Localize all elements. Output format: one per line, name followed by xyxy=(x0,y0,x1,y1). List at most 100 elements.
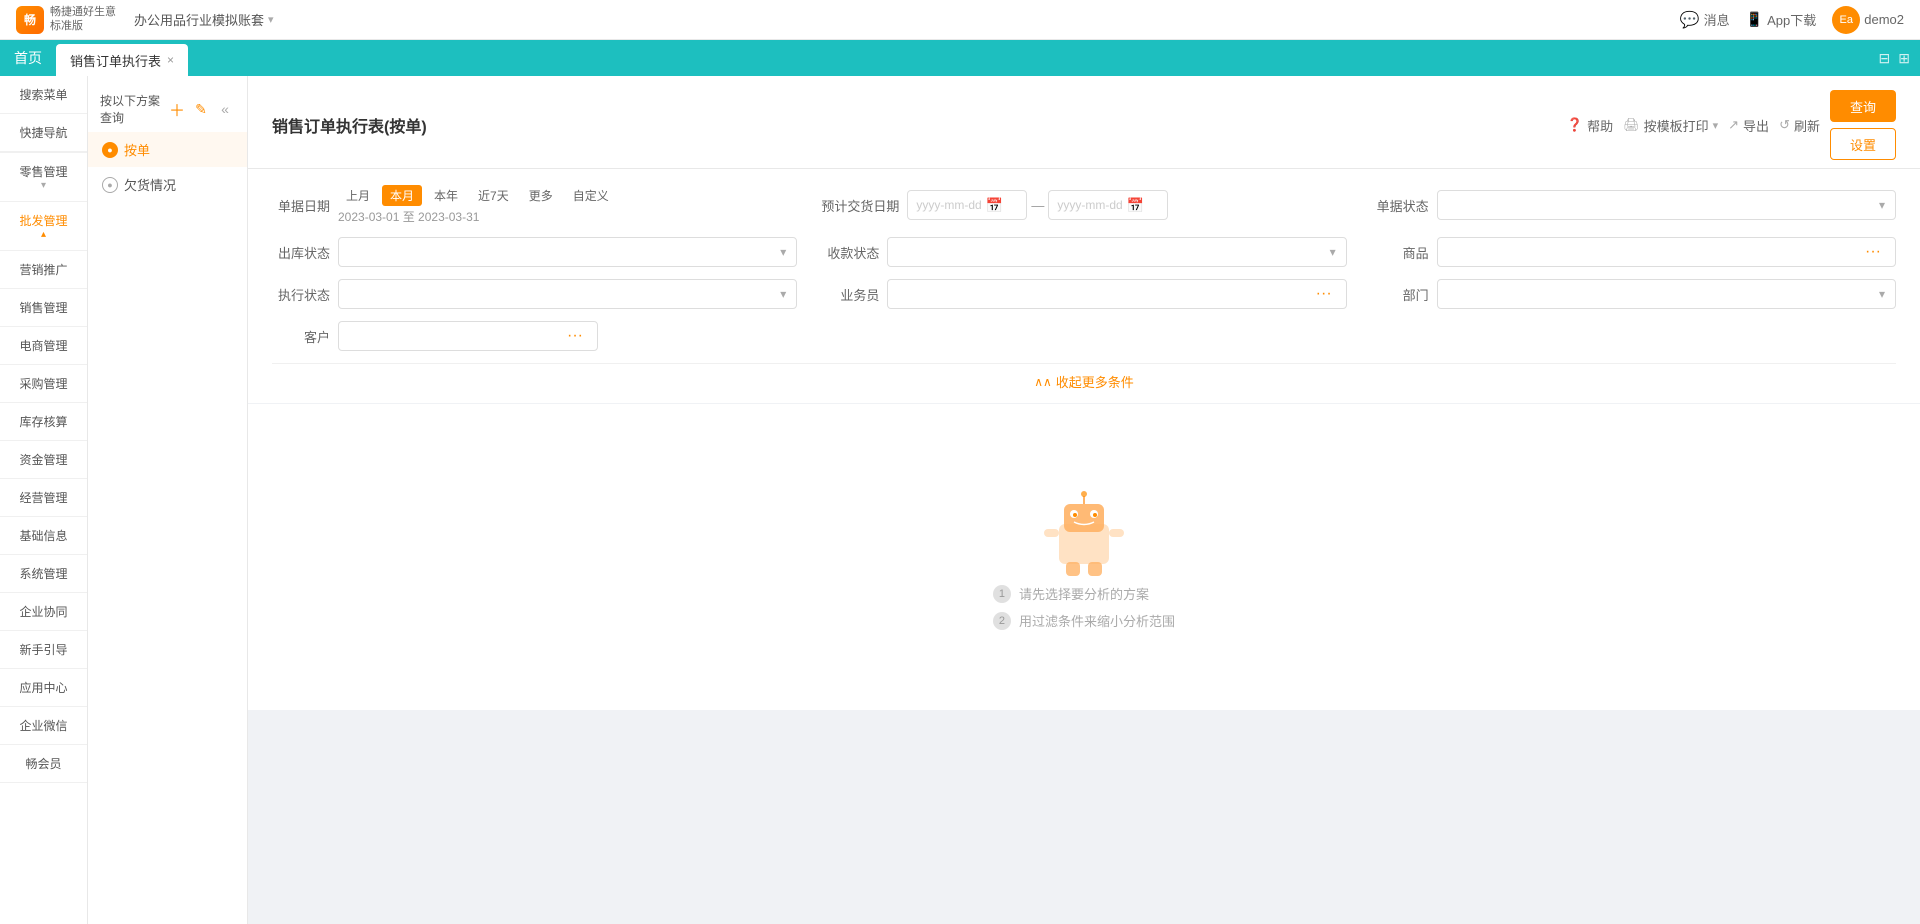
sidebar-item-inventory[interactable]: 库存核算 xyxy=(0,403,87,441)
logo-icon: 畅 xyxy=(16,6,44,34)
sidebar-item-search[interactable]: 搜索菜单 xyxy=(0,76,87,114)
logo-area: 畅 畅捷通好生意 标准版 xyxy=(16,6,116,34)
date-range-display: 2023-03-01 至 2023-03-31 xyxy=(338,208,797,225)
caret-icon-dept: ▾ xyxy=(1879,287,1885,301)
filter-item-status: 单据状态 ▾ xyxy=(1371,185,1896,225)
date-tab-custom[interactable]: 自定义 xyxy=(565,185,617,206)
page-header: 销售订单执行表(按单) ❓ 帮助 🖨 按模板打印 ▾ ↗ 导出 xyxy=(248,76,1920,169)
status-select[interactable]: ▾ xyxy=(1437,190,1896,220)
query-actions: 查询 设置 xyxy=(1830,90,1896,160)
export-icon: ↗ xyxy=(1728,117,1739,133)
sidebar-item-wechat[interactable]: 企业微信 xyxy=(0,707,87,745)
collapse-panel-btn[interactable]: « xyxy=(215,99,235,119)
receive-status-select[interactable]: ▾ xyxy=(887,237,1346,267)
date-tab-this-year[interactable]: 本年 xyxy=(426,185,466,206)
help-action[interactable]: ❓ 帮助 xyxy=(1567,116,1613,135)
chevron-down-icon: ▾ xyxy=(268,13,274,26)
sidebar-item-apps[interactable]: 应用中心 xyxy=(0,669,87,707)
sidebar-item-wholesale[interactable]: 批发管理 ▴ xyxy=(0,202,87,251)
product-select[interactable]: ··· xyxy=(1437,237,1896,267)
scheme-item-shortage[interactable]: ● 欠货情况 xyxy=(88,167,247,202)
sidebar-item-operations[interactable]: 经营管理 xyxy=(0,479,87,517)
collapse-icon: ∧∧ xyxy=(1034,375,1052,389)
date-tab-7days[interactable]: 近7天 xyxy=(470,185,517,206)
export-action[interactable]: ↗ 导出 xyxy=(1728,116,1769,135)
avatar: Ea xyxy=(1832,6,1860,34)
top-bar-right: 💬 消息 📱 App下载 Ea demo2 xyxy=(1680,6,1904,34)
filter-item-date: 单据日期 上月 本月 本年 近7天 更多 自定义 xyxy=(272,185,797,225)
sidebar-item-basic[interactable]: 基础信息 xyxy=(0,517,87,555)
sidebar-item-corp[interactable]: 企业协同 xyxy=(0,593,87,631)
content-area: 按以下方案查询 ＋ ✎ « ● 按单 ● 欠货情况 销售订单执行表(按单) xyxy=(88,76,1920,924)
sidebar-item-quicknav[interactable]: 快捷导航 xyxy=(0,114,87,152)
empty-illustration xyxy=(1034,484,1134,584)
empty-hints: 1 请先选择要分析的方案 2 用过滤条件来缩小分析范围 xyxy=(993,584,1175,630)
caret-icon-receive: ▾ xyxy=(1330,245,1336,259)
print-icon: 🖨 xyxy=(1623,117,1640,133)
sidebar-item-purchase[interactable]: 采购管理 xyxy=(0,365,87,403)
refresh-action[interactable]: ↺ 刷新 xyxy=(1779,116,1820,135)
print-action[interactable]: 🖨 按模板打印 ▾ xyxy=(1623,116,1718,135)
filter-item-forecast-date: 预计交货日期 yyyy-mm-dd 📅 — yyyy-mm-dd 📅 xyxy=(821,185,1346,225)
tab-home[interactable]: 首页 xyxy=(0,40,56,76)
app-download-action[interactable]: 📱 App下载 xyxy=(1746,10,1817,29)
dept-select[interactable]: ▾ xyxy=(1437,279,1896,309)
filter-item-salesman: 业务员 ··· xyxy=(821,279,1346,309)
stock-status-select[interactable]: ▾ xyxy=(338,237,797,267)
left-panel-actions: ＋ ✎ « xyxy=(167,99,235,119)
company-selector[interactable]: 办公用品行业模拟账套 ▾ xyxy=(134,10,274,29)
exec-status-select[interactable]: ▾ xyxy=(338,279,797,309)
edit-scheme-btn[interactable]: ✎ xyxy=(191,99,211,119)
product-dots-icon[interactable]: ··· xyxy=(1861,243,1885,261)
message-action[interactable]: 💬 消息 xyxy=(1680,10,1730,30)
chevron-down-icon: ▾ xyxy=(4,180,83,191)
collapse-more-btn[interactable]: ∧∧ 收起更多条件 xyxy=(272,363,1896,399)
left-panel: 按以下方案查询 ＋ ✎ « ● 按单 ● 欠货情况 xyxy=(88,76,248,924)
date-tabs: 上月 本月 本年 近7天 更多 自定义 xyxy=(338,185,617,206)
empty-state: 1 请先选择要分析的方案 2 用过滤条件来缩小分析范围 xyxy=(248,404,1920,710)
forecast-date-from[interactable]: yyyy-mm-dd 📅 xyxy=(907,190,1027,220)
filter-section: 单据日期 上月 本月 本年 近7天 更多 自定义 xyxy=(248,169,1920,403)
sidebar-item-member[interactable]: 畅会员 xyxy=(0,745,87,783)
refresh-icon: ↺ xyxy=(1779,117,1790,133)
sidebar-item-ecom[interactable]: 电商管理 xyxy=(0,327,87,365)
date-tab-this-month[interactable]: 本月 xyxy=(382,185,422,206)
help-icon: ❓ xyxy=(1567,117,1583,133)
salesman-select[interactable]: ··· xyxy=(887,279,1346,309)
date-tab-last-month[interactable]: 上月 xyxy=(338,185,378,206)
user-action[interactable]: Ea demo2 xyxy=(1832,6,1904,34)
scheme-item-single[interactable]: ● 按单 xyxy=(88,132,247,167)
query-button[interactable]: 查询 xyxy=(1830,90,1896,122)
scheme-icon-inactive: ● xyxy=(102,177,118,193)
maximize-icon[interactable]: ⊞ xyxy=(1898,50,1910,67)
add-scheme-btn[interactable]: ＋ xyxy=(167,99,187,119)
customer-select[interactable]: ··· xyxy=(338,321,598,351)
sidebar-item-sales[interactable]: 销售管理 xyxy=(0,289,87,327)
filter-item-receive-status: 收款状态 ▾ xyxy=(821,237,1346,267)
sidebar-item-guide[interactable]: 新手引导 xyxy=(0,631,87,669)
nav-tabs: 首页 销售订单执行表 × ⊟ ⊞ xyxy=(0,40,1920,76)
logo-text: 畅捷通好生意 标准版 xyxy=(50,6,116,32)
sidebar-item-finance[interactable]: 资金管理 xyxy=(0,441,87,479)
hint-1: 1 请先选择要分析的方案 xyxy=(993,584,1175,603)
customer-dots-icon[interactable]: ··· xyxy=(563,327,587,345)
calendar-icon-from[interactable]: 📅 xyxy=(986,197,1003,214)
close-tab-icon[interactable]: × xyxy=(167,53,174,67)
settings-button[interactable]: 设置 xyxy=(1830,128,1896,160)
chevron-up-icon: ▴ xyxy=(4,229,83,240)
hint-2: 2 用过滤条件来缩小分析范围 xyxy=(993,611,1175,630)
dropdown-arrow-icon: ▾ xyxy=(1713,119,1719,132)
tab-actions: ⊟ ⊞ xyxy=(1879,50,1920,67)
date-tab-more[interactable]: 更多 xyxy=(521,185,561,206)
tab-sales-order[interactable]: 销售订单执行表 × xyxy=(56,44,188,76)
main-layout: 搜索菜单 快捷导航 零售管理 ▾ 批发管理 ▴ 营销推广 销售管理 电商管理 采… xyxy=(0,76,1920,924)
sidebar-item-system[interactable]: 系统管理 xyxy=(0,555,87,593)
calendar-icon-to[interactable]: 📅 xyxy=(1127,197,1144,214)
sidebar-item-retail[interactable]: 零售管理 ▾ xyxy=(0,153,87,202)
caret-icon: ▾ xyxy=(1879,198,1885,212)
sidebar-item-marketing[interactable]: 营销推广 xyxy=(0,251,87,289)
forecast-date-to[interactable]: yyyy-mm-dd 📅 xyxy=(1048,190,1168,220)
minimize-icon[interactable]: ⊟ xyxy=(1879,50,1891,67)
filter-row-customer: 客户 ··· xyxy=(272,321,1896,351)
salesman-dots-icon[interactable]: ··· xyxy=(1312,285,1336,303)
